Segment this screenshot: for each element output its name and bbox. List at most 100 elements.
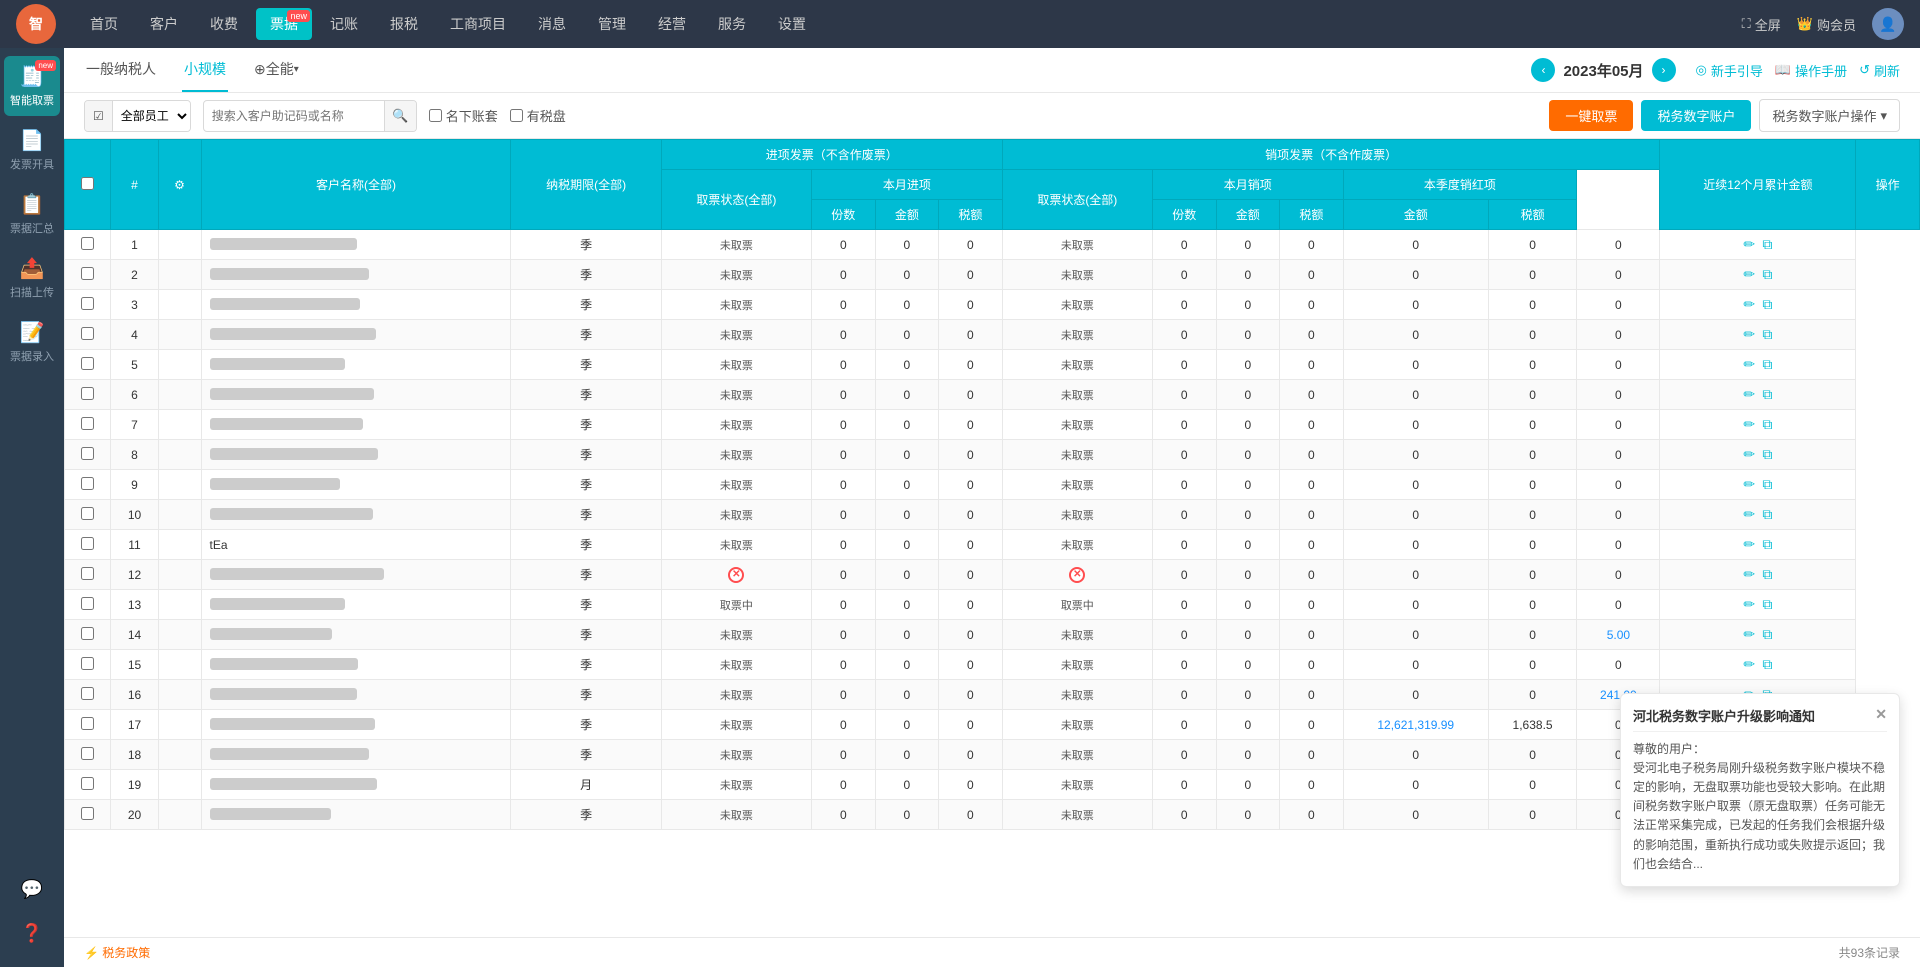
- row-checkbox[interactable]: [81, 417, 94, 430]
- copy-icon[interactable]: ⧉: [1762, 386, 1772, 402]
- row-period: 季: [511, 800, 661, 830]
- tax-digital-ops-btn[interactable]: 税务数字账户操作 ▾: [1759, 99, 1900, 132]
- edit-icon[interactable]: ✏: [1743, 416, 1755, 432]
- edit-icon[interactable]: ✏: [1743, 566, 1755, 582]
- sidebar-message-btn[interactable]: 💬: [14, 871, 50, 907]
- row-checkbox[interactable]: [81, 597, 94, 610]
- copy-icon[interactable]: ⧉: [1762, 476, 1772, 492]
- nav-invoice[interactable]: 票据 new: [256, 8, 312, 40]
- copy-icon[interactable]: ⧉: [1762, 596, 1772, 612]
- red-amount[interactable]: 12,621,319.99: [1377, 718, 1454, 732]
- notification-close-btn[interactable]: ✕: [1875, 706, 1887, 725]
- row-checkbox[interactable]: [81, 567, 94, 580]
- nav-tax[interactable]: 报税: [376, 8, 432, 40]
- edit-icon[interactable]: ✏: [1743, 326, 1755, 342]
- nav-commerce[interactable]: 工商项目: [436, 8, 520, 40]
- row-checkbox[interactable]: [81, 357, 94, 370]
- nav-customer[interactable]: 客户: [136, 8, 192, 40]
- row-checkbox[interactable]: [81, 747, 94, 760]
- refresh-link[interactable]: ↺ 刷新: [1859, 61, 1900, 80]
- copy-icon[interactable]: ⧉: [1762, 236, 1772, 252]
- sidebar-item-invoice-entry[interactable]: 📝 票据录入: [4, 312, 60, 372]
- sidebar-item-smart-ticket[interactable]: 🧾 智能取票 new: [4, 56, 60, 116]
- cumulative-amount[interactable]: 5.00: [1607, 628, 1630, 642]
- nav-service[interactable]: 服务: [704, 8, 760, 40]
- tab-general-taxpayer[interactable]: 一般纳税人: [84, 48, 158, 92]
- copy-icon[interactable]: ⧉: [1762, 566, 1772, 582]
- tax-policy-link[interactable]: ⚡ 税务政策: [84, 944, 150, 961]
- nav-message[interactable]: 消息: [524, 8, 580, 40]
- tax-digital-account-btn[interactable]: 税务数字账户: [1641, 100, 1751, 131]
- edit-icon[interactable]: ✏: [1743, 386, 1755, 402]
- nav-bookkeeping[interactable]: 记账: [316, 8, 372, 40]
- copy-icon[interactable]: ⧉: [1762, 536, 1772, 552]
- tax-disk-checkbox[interactable]: [510, 109, 523, 122]
- nav-operations[interactable]: 经营: [644, 8, 700, 40]
- edit-icon[interactable]: ✏: [1743, 236, 1755, 252]
- row-checkbox[interactable]: [81, 627, 94, 640]
- employee-select[interactable]: 全部员工: [113, 101, 190, 131]
- row-out-amount: 0: [1216, 350, 1280, 380]
- nav-management[interactable]: 管理: [584, 8, 640, 40]
- copy-icon[interactable]: ⧉: [1762, 626, 1772, 642]
- row-checkbox[interactable]: [81, 777, 94, 790]
- manual-link[interactable]: 📖 操作手册: [1775, 61, 1847, 80]
- edit-icon[interactable]: ✏: [1743, 536, 1755, 552]
- copy-icon[interactable]: ⧉: [1762, 506, 1772, 522]
- date-next-btn[interactable]: ›: [1652, 58, 1676, 82]
- fullscreen-btn[interactable]: ⛶ 全屏: [1742, 15, 1781, 34]
- date-prev-btn[interactable]: ‹: [1531, 58, 1555, 82]
- edit-icon[interactable]: ✏: [1743, 296, 1755, 312]
- copy-icon[interactable]: ⧉: [1762, 656, 1772, 672]
- sidebar-help-btn[interactable]: ❓: [14, 915, 50, 951]
- check-tax-disk[interactable]: 有税盘: [510, 106, 566, 125]
- row-checkbox[interactable]: [81, 687, 94, 700]
- nav-home[interactable]: 首页: [76, 8, 132, 40]
- edit-icon[interactable]: ✏: [1743, 446, 1755, 462]
- sidebar-item-invoice-summary[interactable]: 📋 票据汇总: [4, 184, 60, 244]
- one-click-ticket-btn[interactable]: 一键取票: [1549, 100, 1633, 131]
- guide-link[interactable]: ◎ 新手引导: [1696, 61, 1763, 80]
- tab-all[interactable]: ⊕ 全能 ▾: [252, 48, 301, 92]
- row-checkbox[interactable]: [81, 297, 94, 310]
- row-checkbox[interactable]: [81, 657, 94, 670]
- row-checkbox[interactable]: [81, 717, 94, 730]
- check-sub-accounts[interactable]: 名下账套: [429, 106, 498, 125]
- row-checkbox[interactable]: [81, 807, 94, 820]
- search-button[interactable]: 🔍: [384, 100, 416, 132]
- copy-icon[interactable]: ⧉: [1762, 296, 1772, 312]
- copy-icon[interactable]: ⧉: [1762, 416, 1772, 432]
- member-btn[interactable]: 👑 购会员: [1797, 15, 1856, 34]
- top-navigation: 智 首页 客户 收费 票据 new 记账 报税 工商项目 消息 管理 经营 服务…: [0, 0, 1920, 48]
- sidebar-item-scan-upload[interactable]: 📤 扫描上传: [4, 248, 60, 308]
- user-avatar[interactable]: 👤: [1872, 8, 1904, 40]
- edit-icon[interactable]: ✏: [1743, 596, 1755, 612]
- row-checkbox[interactable]: [81, 387, 94, 400]
- sidebar-item-invoice-open[interactable]: 📄 发票开具: [4, 120, 60, 180]
- row-checkbox[interactable]: [81, 237, 94, 250]
- edit-icon[interactable]: ✏: [1743, 476, 1755, 492]
- copy-icon[interactable]: ⧉: [1762, 266, 1772, 282]
- row-checkbox[interactable]: [81, 447, 94, 460]
- nav-settings[interactable]: 设置: [764, 8, 820, 40]
- nav-fee[interactable]: 收费: [196, 8, 252, 40]
- row-checkbox[interactable]: [81, 537, 94, 550]
- employee-filter[interactable]: ☑ 全部员工: [84, 100, 191, 132]
- copy-icon[interactable]: ⧉: [1762, 446, 1772, 462]
- edit-icon[interactable]: ✏: [1743, 266, 1755, 282]
- row-checkbox[interactable]: [81, 477, 94, 490]
- copy-icon[interactable]: ⧉: [1762, 356, 1772, 372]
- sub-accounts-checkbox[interactable]: [429, 109, 442, 122]
- tab-small-scale[interactable]: 小规模: [182, 48, 228, 92]
- edit-icon[interactable]: ✏: [1743, 656, 1755, 672]
- edit-icon[interactable]: ✏: [1743, 356, 1755, 372]
- select-all-checkbox[interactable]: [81, 177, 94, 190]
- copy-icon[interactable]: ⧉: [1762, 326, 1772, 342]
- edit-icon[interactable]: ✏: [1743, 506, 1755, 522]
- row-checkbox[interactable]: [81, 507, 94, 520]
- row-out-count: 0: [1152, 440, 1216, 470]
- edit-icon[interactable]: ✏: [1743, 626, 1755, 642]
- search-input[interactable]: [204, 109, 384, 123]
- row-checkbox[interactable]: [81, 327, 94, 340]
- row-checkbox[interactable]: [81, 267, 94, 280]
